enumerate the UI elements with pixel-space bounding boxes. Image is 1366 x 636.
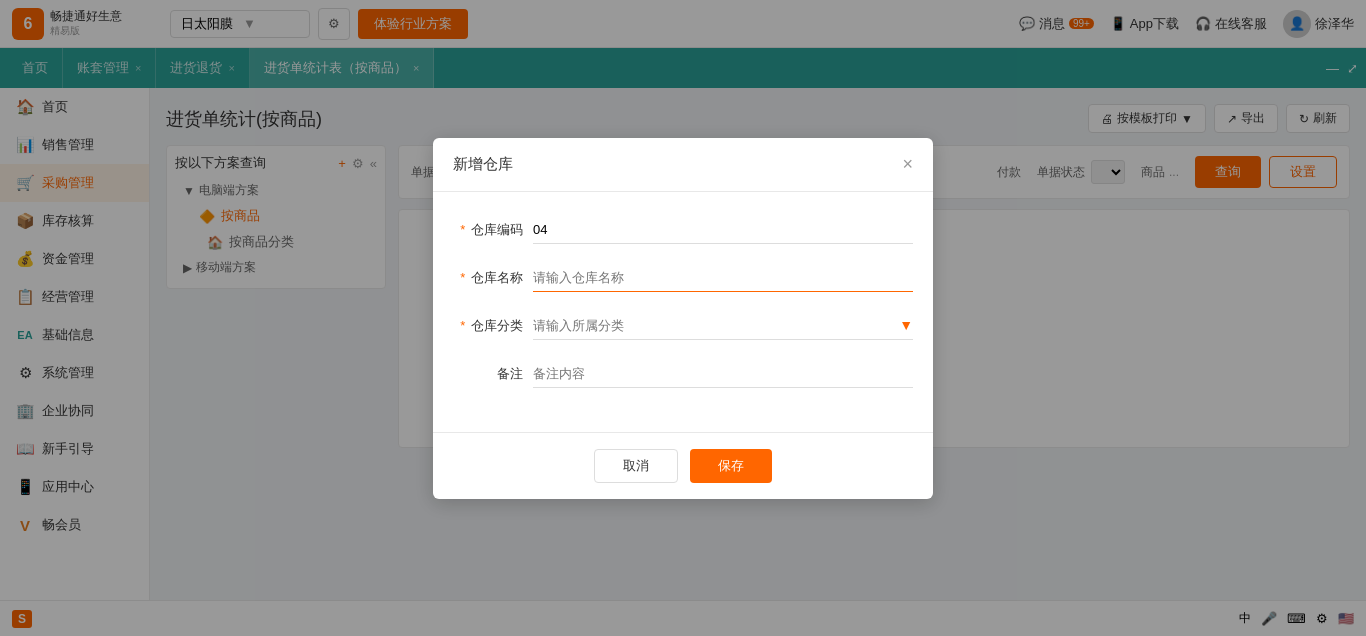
dialog-close-button[interactable]: × — [902, 154, 913, 175]
dialog-title: 新增仓库 — [453, 155, 513, 174]
warehouse-name-label: * 仓库名称 — [453, 269, 533, 287]
required-mark: * — [460, 222, 465, 237]
dialog-footer: 取消 保存 — [433, 432, 933, 499]
save-button[interactable]: 保存 — [690, 449, 772, 483]
remark-row: 备注 — [453, 360, 913, 388]
warehouse-category-row: * 仓库分类 ▼ — [453, 312, 913, 340]
remark-label: 备注 — [453, 365, 533, 383]
required-mark-3: * — [460, 318, 465, 333]
new-warehouse-dialog: 新增仓库 × * 仓库编码 * 仓库名称 — [433, 138, 933, 499]
warehouse-name-row: * 仓库名称 — [453, 264, 913, 292]
warehouse-category-input[interactable] — [533, 312, 899, 339]
modal-overlay: 新增仓库 × * 仓库编码 * 仓库名称 — [0, 0, 1366, 636]
category-dropdown-arrow[interactable]: ▼ — [899, 317, 913, 333]
dialog-header: 新增仓库 × — [433, 138, 933, 192]
warehouse-code-row: * 仓库编码 — [453, 216, 913, 244]
dialog-body: * 仓库编码 * 仓库名称 * 仓库分类 — [433, 192, 933, 432]
warehouse-code-input[interactable] — [533, 216, 913, 244]
remark-input[interactable] — [533, 360, 913, 388]
required-mark-2: * — [460, 270, 465, 285]
warehouse-name-input[interactable] — [533, 264, 913, 292]
warehouse-category-wrapper: ▼ — [533, 312, 913, 340]
warehouse-code-label: * 仓库编码 — [453, 221, 533, 239]
cancel-button[interactable]: 取消 — [594, 449, 678, 483]
warehouse-category-label: * 仓库分类 — [453, 317, 533, 335]
